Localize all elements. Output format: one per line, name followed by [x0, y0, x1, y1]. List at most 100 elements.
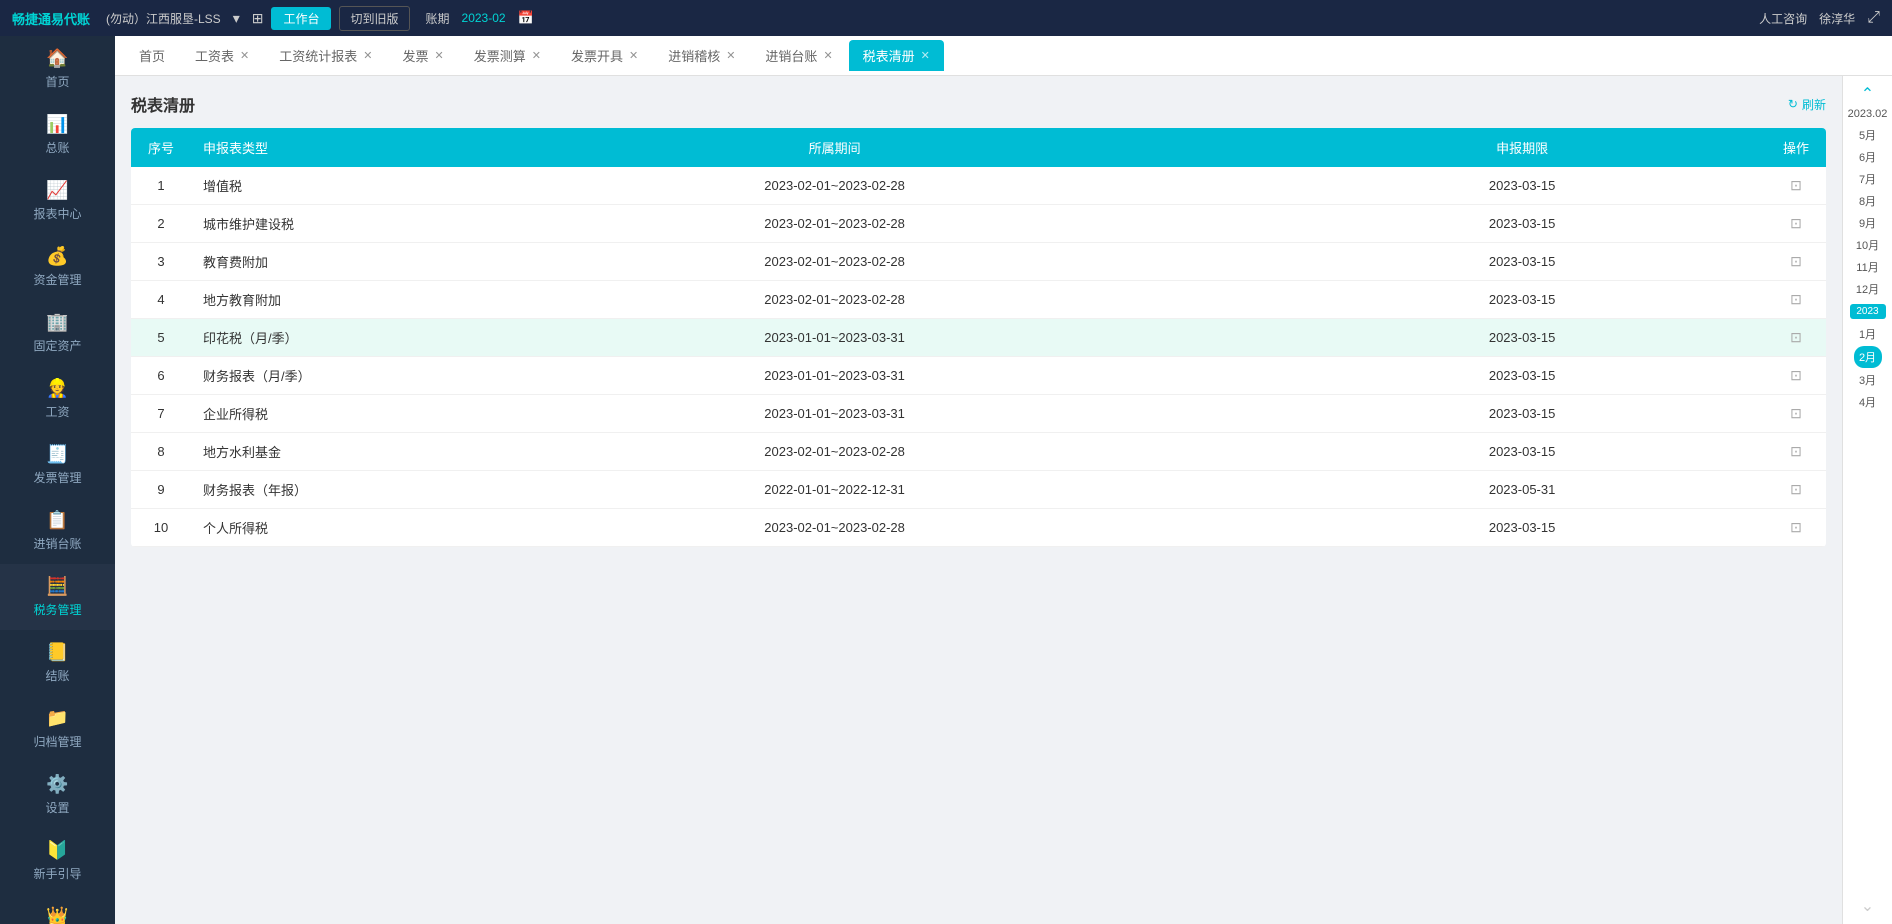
calendar-icon[interactable]: 📅 — [518, 10, 534, 26]
switch-button[interactable]: 切到旧版 — [339, 6, 409, 31]
workbench-button[interactable]: 工作台 — [271, 7, 331, 30]
action-icon[interactable]: ⊡ — [1790, 253, 1802, 269]
cell-period: 2023-01-01~2023-03-31 — [391, 357, 1278, 395]
action-icon[interactable]: ⊡ — [1790, 405, 1802, 421]
table-row: 3 教育费附加 2023-02-01~2023-02-28 2023-03-15… — [131, 243, 1826, 281]
month-item[interactable]: 9月 — [1850, 212, 1886, 234]
period-label: 账期 — [426, 10, 450, 27]
sidebar-item-invoice[interactable]: 🧾 发票管理 — [0, 432, 115, 498]
tab-invoice-issue[interactable]: 发票开具 ✕ — [557, 40, 652, 71]
sidebar-item-funds[interactable]: 💰 资金管理 — [0, 234, 115, 300]
dropdown-icon[interactable]: ▾ — [233, 10, 240, 27]
tab-invoice-calc-close[interactable]: ✕ — [532, 49, 541, 62]
month-item[interactable]: 5月 — [1850, 124, 1886, 146]
tab-tax-register-close[interactable]: ✕ — [921, 49, 930, 62]
table-row: 4 地方教育附加 2023-02-01~2023-02-28 2023-03-1… — [131, 281, 1826, 319]
action-icon[interactable]: ⊡ — [1790, 329, 1802, 345]
cell-id: 9 — [131, 471, 191, 509]
tab-tax-register[interactable]: 税表清册 ✕ — [849, 40, 944, 71]
month-item[interactable]: 4月 — [1850, 391, 1886, 413]
copy-icon[interactable]: ⊞ — [252, 10, 264, 27]
settings-icon: ⚙️ — [46, 774, 68, 795]
tab-home[interactable]: 首页 — [125, 40, 179, 71]
tab-payroll[interactable]: 工资表 ✕ — [181, 40, 263, 71]
sidebar-item-guide[interactable]: 🔰 新手引导 — [0, 828, 115, 894]
sidebar-label-ledger: 总账 — [45, 139, 69, 156]
table-row: 8 地方水利基金 2023-02-01~2023-02-28 2023-03-1… — [131, 433, 1826, 471]
panel-scroll-up[interactable]: ⌃ — [1861, 84, 1874, 104]
action-icon[interactable]: ⊡ — [1790, 367, 1802, 383]
cell-action[interactable]: ⊡ — [1766, 243, 1826, 281]
month-item[interactable]: 1月 — [1850, 323, 1886, 345]
table-row: 9 财务报表（年报） 2022-01-01~2022-12-31 2023-05… — [131, 471, 1826, 509]
main-layout: 🏠 首页 📊 总账 📈 报表中心 💰 资金管理 🏢 固定资产 👷 工资 🧾 发票… — [0, 36, 1892, 924]
sidebar-item-home[interactable]: 🏠 首页 — [0, 36, 115, 102]
month-item[interactable]: 6月 — [1850, 146, 1886, 168]
tab-invoice-issue-close[interactable]: ✕ — [629, 49, 638, 62]
support-link[interactable]: 人工咨询 — [1759, 10, 1807, 27]
panel-scroll-down[interactable]: ⌄ — [1861, 896, 1874, 916]
table-row: 7 企业所得税 2023-01-01~2023-03-31 2023-03-15… — [131, 395, 1826, 433]
sidebar-item-tax[interactable]: 🧮 税务管理 — [0, 564, 115, 630]
action-icon[interactable]: ⊡ — [1790, 177, 1802, 193]
action-icon[interactable]: ⊡ — [1790, 215, 1802, 231]
cell-action[interactable]: ⊡ — [1766, 319, 1826, 357]
sidebar-item-sales[interactable]: 📋 进销台账 — [0, 498, 115, 564]
sidebar-item-archive[interactable]: 📁 归档管理 — [0, 696, 115, 762]
col-header-period: 所属期间 — [391, 128, 1278, 167]
page-wrapper: 税表清册 ↻ 刷新 序号 申报表类型 所属期间 申报期限 操作 — [115, 76, 1892, 924]
month-item[interactable]: 12月 — [1850, 278, 1886, 300]
year-label[interactable]: 2023 — [1850, 304, 1886, 319]
tax-icon: 🧮 — [46, 576, 68, 597]
fullscreen-icon[interactable]: ⤢ — [1867, 9, 1880, 27]
month-item[interactable]: 8月 — [1850, 190, 1886, 212]
cell-action[interactable]: ⊡ — [1766, 433, 1826, 471]
cell-action[interactable]: ⊡ — [1766, 509, 1826, 547]
month-item[interactable]: 3月 — [1850, 369, 1886, 391]
sidebar-label-guide: 新手引导 — [33, 865, 81, 882]
month-item[interactable]: 7月 — [1850, 168, 1886, 190]
tab-invoice-calc[interactable]: 发票测算 ✕ — [460, 40, 555, 71]
tab-sales-ledger[interactable]: 进销台账 ✕ — [751, 40, 846, 71]
action-icon[interactable]: ⊡ — [1790, 291, 1802, 307]
col-header-id: 序号 — [131, 128, 191, 167]
action-icon[interactable]: ⊡ — [1790, 443, 1802, 459]
sidebar-item-ledger[interactable]: 📊 总账 — [0, 102, 115, 168]
cell-deadline: 2023-03-15 — [1278, 433, 1766, 471]
col-header-type: 申报表类型 — [191, 128, 391, 167]
action-icon[interactable]: ⊡ — [1790, 481, 1802, 497]
cell-action[interactable]: ⊡ — [1766, 205, 1826, 243]
sidebar-item-close[interactable]: 📒 结账 — [0, 630, 115, 696]
tab-payroll-report[interactable]: 工资统计报表 ✕ — [265, 40, 386, 71]
user-menu[interactable]: 徐淳华 — [1819, 10, 1855, 27]
refresh-button[interactable]: ↻ 刷新 — [1788, 96, 1826, 113]
cell-type: 地方教育附加 — [191, 281, 391, 319]
cell-action[interactable]: ⊡ — [1766, 281, 1826, 319]
cell-action[interactable]: ⊡ — [1766, 357, 1826, 395]
tab-sales-audit[interactable]: 进销稽核 ✕ — [654, 40, 749, 71]
tab-payroll-report-close[interactable]: ✕ — [363, 49, 372, 62]
sidebar-item-reports[interactable]: 📈 报表中心 — [0, 168, 115, 234]
tab-sales-audit-close[interactable]: ✕ — [726, 49, 735, 62]
sidebar-item-settings[interactable]: ⚙️ 设置 — [0, 762, 115, 828]
tab-sales-ledger-close[interactable]: ✕ — [823, 49, 832, 62]
tab-payroll-label: 工资表 — [195, 46, 234, 65]
action-icon[interactable]: ⊡ — [1790, 519, 1802, 535]
tab-invoice[interactable]: 发票 ✕ — [388, 40, 457, 71]
sidebar-item-vip[interactable]: 👑 畅会员 — [0, 894, 115, 924]
month-item-active[interactable]: 2月 — [1854, 346, 1882, 368]
cell-type: 城市维护建设税 — [191, 205, 391, 243]
month-item[interactable]: 11月 — [1850, 256, 1886, 278]
cell-action[interactable]: ⊡ — [1766, 395, 1826, 433]
cell-period: 2023-02-01~2023-02-28 — [391, 433, 1278, 471]
tab-payroll-report-label: 工资统计报表 — [279, 46, 357, 65]
tab-home-label: 首页 — [139, 46, 165, 65]
tab-payroll-close[interactable]: ✕ — [240, 49, 249, 62]
cell-period: 2023-02-01~2023-02-28 — [391, 243, 1278, 281]
cell-action[interactable]: ⊡ — [1766, 167, 1826, 205]
sidebar-item-payroll[interactable]: 👷 工资 — [0, 366, 115, 432]
month-item[interactable]: 10月 — [1850, 234, 1886, 256]
sidebar-item-assets[interactable]: 🏢 固定资产 — [0, 300, 115, 366]
cell-action[interactable]: ⊡ — [1766, 471, 1826, 509]
tab-invoice-close[interactable]: ✕ — [435, 49, 444, 62]
